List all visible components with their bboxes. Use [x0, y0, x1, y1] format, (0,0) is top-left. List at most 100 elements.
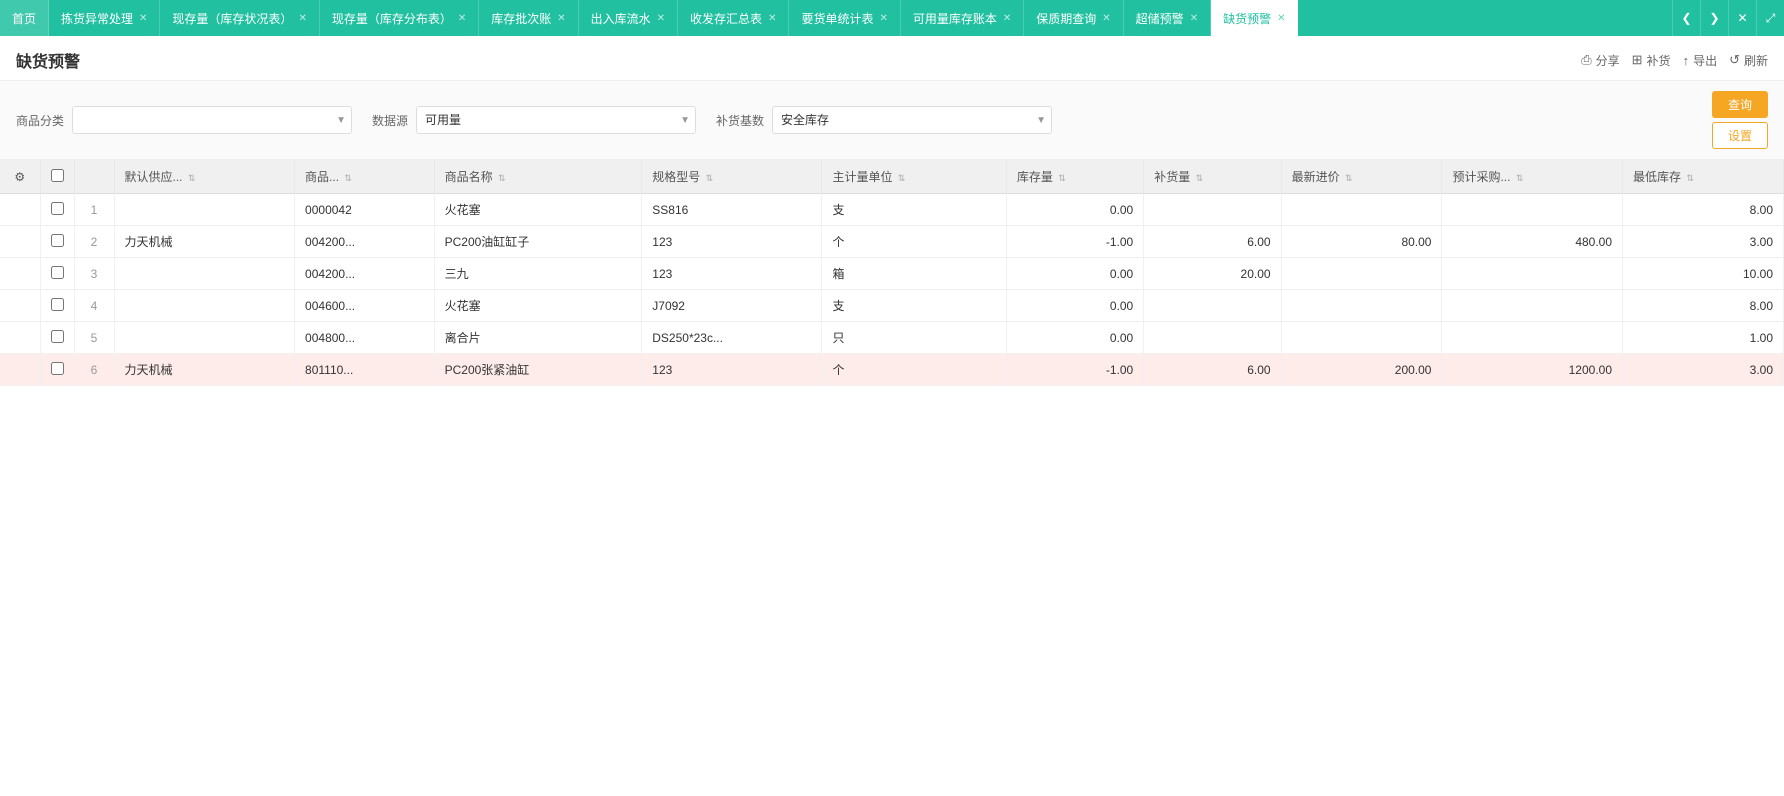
tab-expiry[interactable]: 保质期查询 ✕ [1024, 0, 1123, 36]
tab-stock-status[interactable]: 现存量（库存状况表） ✕ [160, 0, 319, 36]
tab-close-shortage[interactable]: ✕ [1277, 13, 1285, 24]
replenish-icon: ⊞ [1632, 52, 1643, 68]
row-gear-5 [0, 354, 40, 386]
tab-shortage[interactable]: 缺货预警 ✕ [1211, 0, 1298, 36]
replenish-base-select[interactable]: 安全库存 最低库存 [772, 106, 1052, 134]
table-header-product-code[interactable]: 商品... ⇅ [295, 160, 435, 194]
row-estimated-purchase-4 [1442, 322, 1623, 354]
row-checkbox-cell-4[interactable] [40, 322, 74, 354]
tab-close-exception[interactable]: ✕ [139, 13, 147, 24]
tab-expand[interactable]: ⤢ [1756, 0, 1784, 36]
export-button[interactable]: ↑ 导出 [1683, 52, 1718, 69]
row-spec-1: 123 [642, 226, 822, 258]
table-header-unit[interactable]: 主计量单位 ⇅ [822, 160, 1006, 194]
row-min-stock-4: 1.00 [1623, 322, 1784, 354]
category-select[interactable] [72, 106, 352, 134]
row-replenish-qty-0 [1144, 194, 1281, 226]
row-checkbox-2[interactable] [51, 266, 64, 279]
estimated-purchase-sort-icon: ⇅ [1516, 173, 1524, 183]
row-spec-3: J7092 [642, 290, 822, 322]
row-checkbox-cell-3[interactable] [40, 290, 74, 322]
row-stock-qty-1: -1.00 [1006, 226, 1143, 258]
row-num-1: 2 [74, 226, 114, 258]
table-header-estimated-purchase[interactable]: 预计采购... ⇅ [1442, 160, 1623, 194]
tab-collect[interactable]: 收发存汇总表 ✕ [678, 0, 789, 36]
row-checkbox-1[interactable] [51, 234, 64, 247]
row-product-name-1: PC200油缸缸子 [434, 226, 642, 258]
row-latest-price-0 [1281, 194, 1442, 226]
refresh-button[interactable]: ↺ 刷新 [1729, 52, 1768, 69]
replenish-base-label: 补货基数 [716, 112, 764, 129]
row-latest-price-1: 80.00 [1281, 226, 1442, 258]
table-header-min-stock[interactable]: 最低库存 ⇅ [1623, 160, 1784, 194]
row-checkbox-cell-0[interactable] [40, 194, 74, 226]
tab-batch[interactable]: 库存批次账 ✕ [479, 0, 578, 36]
tab-close-inout[interactable]: ✕ [657, 13, 665, 24]
table-header-replenish-qty[interactable]: 补货量 ⇅ [1144, 160, 1281, 194]
share-button[interactable]: ⎙ 分享 [1581, 52, 1619, 69]
table-header-latest-price[interactable]: 最新进价 ⇅ [1281, 160, 1442, 194]
tab-close-stock-status[interactable]: ✕ [298, 13, 306, 24]
tab-close-collect[interactable]: ✕ [768, 13, 776, 24]
table-header-product-name[interactable]: 商品名称 ⇅ [434, 160, 642, 194]
row-supplier-2 [114, 258, 295, 290]
spec-sort-icon: ⇅ [706, 173, 714, 183]
table-row: 5 004800... 离合片 DS250*23c... 只 0.00 1.00 [0, 322, 1784, 354]
tab-close-demand[interactable]: ✕ [879, 13, 887, 24]
tab-home[interactable]: 首页 [0, 0, 49, 36]
tab-close-available[interactable]: ✕ [1003, 13, 1011, 24]
tab-scroll-right[interactable]: ❯ [1700, 0, 1728, 36]
tab-scroll-left[interactable]: ❮ [1672, 0, 1700, 36]
tab-demand[interactable]: 要货单统计表 ✕ [789, 0, 900, 36]
table-header-stock-qty[interactable]: 库存量 ⇅ [1006, 160, 1143, 194]
row-checkbox-cell-2[interactable] [40, 258, 74, 290]
row-stock-qty-0: 0.00 [1006, 194, 1143, 226]
tab-close-stock-dist[interactable]: ✕ [458, 13, 466, 24]
row-product-code-2: 004200... [295, 258, 435, 290]
replenish-button[interactable]: ⊞ 补货 [1632, 52, 1671, 69]
table-row: 2 力天机械 004200... PC200油缸缸子 123 个 -1.00 6… [0, 226, 1784, 258]
table-header-spec[interactable]: 规格型号 ⇅ [642, 160, 822, 194]
row-checkbox-5[interactable] [51, 362, 64, 375]
row-checkbox-3[interactable] [51, 298, 64, 311]
category-label: 商品分类 [16, 112, 64, 129]
tab-available[interactable]: 可用量库存账本 ✕ [901, 0, 1024, 36]
row-checkbox-cell-1[interactable] [40, 226, 74, 258]
select-all-checkbox[interactable] [51, 169, 64, 182]
query-button[interactable]: 查询 [1712, 91, 1768, 118]
row-checkbox-cell-5[interactable] [40, 354, 74, 386]
table-header-supplier[interactable]: 默认供应... ⇅ [114, 160, 295, 194]
tab-stock-dist[interactable]: 现存量（库存分布表） ✕ [320, 0, 479, 36]
tab-close-overstock[interactable]: ✕ [1190, 13, 1198, 24]
tab-inout[interactable]: 出入库流水 ✕ [579, 0, 678, 36]
row-unit-1: 个 [822, 226, 1006, 258]
row-gear-0 [0, 194, 40, 226]
row-replenish-qty-1: 6.00 [1144, 226, 1281, 258]
datasource-filter-group: 数据源 可用量 库存量 ▼ [372, 106, 696, 134]
tab-close-all[interactable]: ✕ [1728, 0, 1756, 36]
row-supplier-0 [114, 194, 295, 226]
row-checkbox-0[interactable] [51, 202, 64, 215]
row-min-stock-0: 8.00 [1623, 194, 1784, 226]
header-actions: ⎙ 分享 ⊞ 补货 ↑ 导出 ↺ 刷新 [1581, 52, 1768, 69]
tab-overstock[interactable]: 超储预警 ✕ [1124, 0, 1211, 36]
row-product-code-5: 801110... [295, 354, 435, 386]
row-gear-1 [0, 226, 40, 258]
supplier-sort-icon: ⇅ [188, 173, 196, 183]
tab-close-batch[interactable]: ✕ [557, 13, 565, 24]
stock-qty-sort-icon: ⇅ [1058, 173, 1066, 183]
row-product-code-0: 0000042 [295, 194, 435, 226]
tab-exception[interactable]: 拣货异常处理 ✕ [49, 0, 160, 36]
settings-button[interactable]: 设置 [1712, 122, 1768, 149]
row-product-name-2: 三九 [434, 258, 642, 290]
row-stock-qty-3: 0.00 [1006, 290, 1143, 322]
datasource-select[interactable]: 可用量 库存量 [416, 106, 696, 134]
row-spec-0: SS816 [642, 194, 822, 226]
tab-close-expiry[interactable]: ✕ [1102, 13, 1110, 24]
table-header-checkbox[interactable] [40, 160, 74, 194]
category-filter-group: 商品分类 ▼ [16, 106, 352, 134]
export-icon: ↑ [1683, 53, 1690, 68]
row-checkbox-4[interactable] [51, 330, 64, 343]
row-num-2: 3 [74, 258, 114, 290]
table-header-gear[interactable]: ⚙ [0, 160, 40, 194]
